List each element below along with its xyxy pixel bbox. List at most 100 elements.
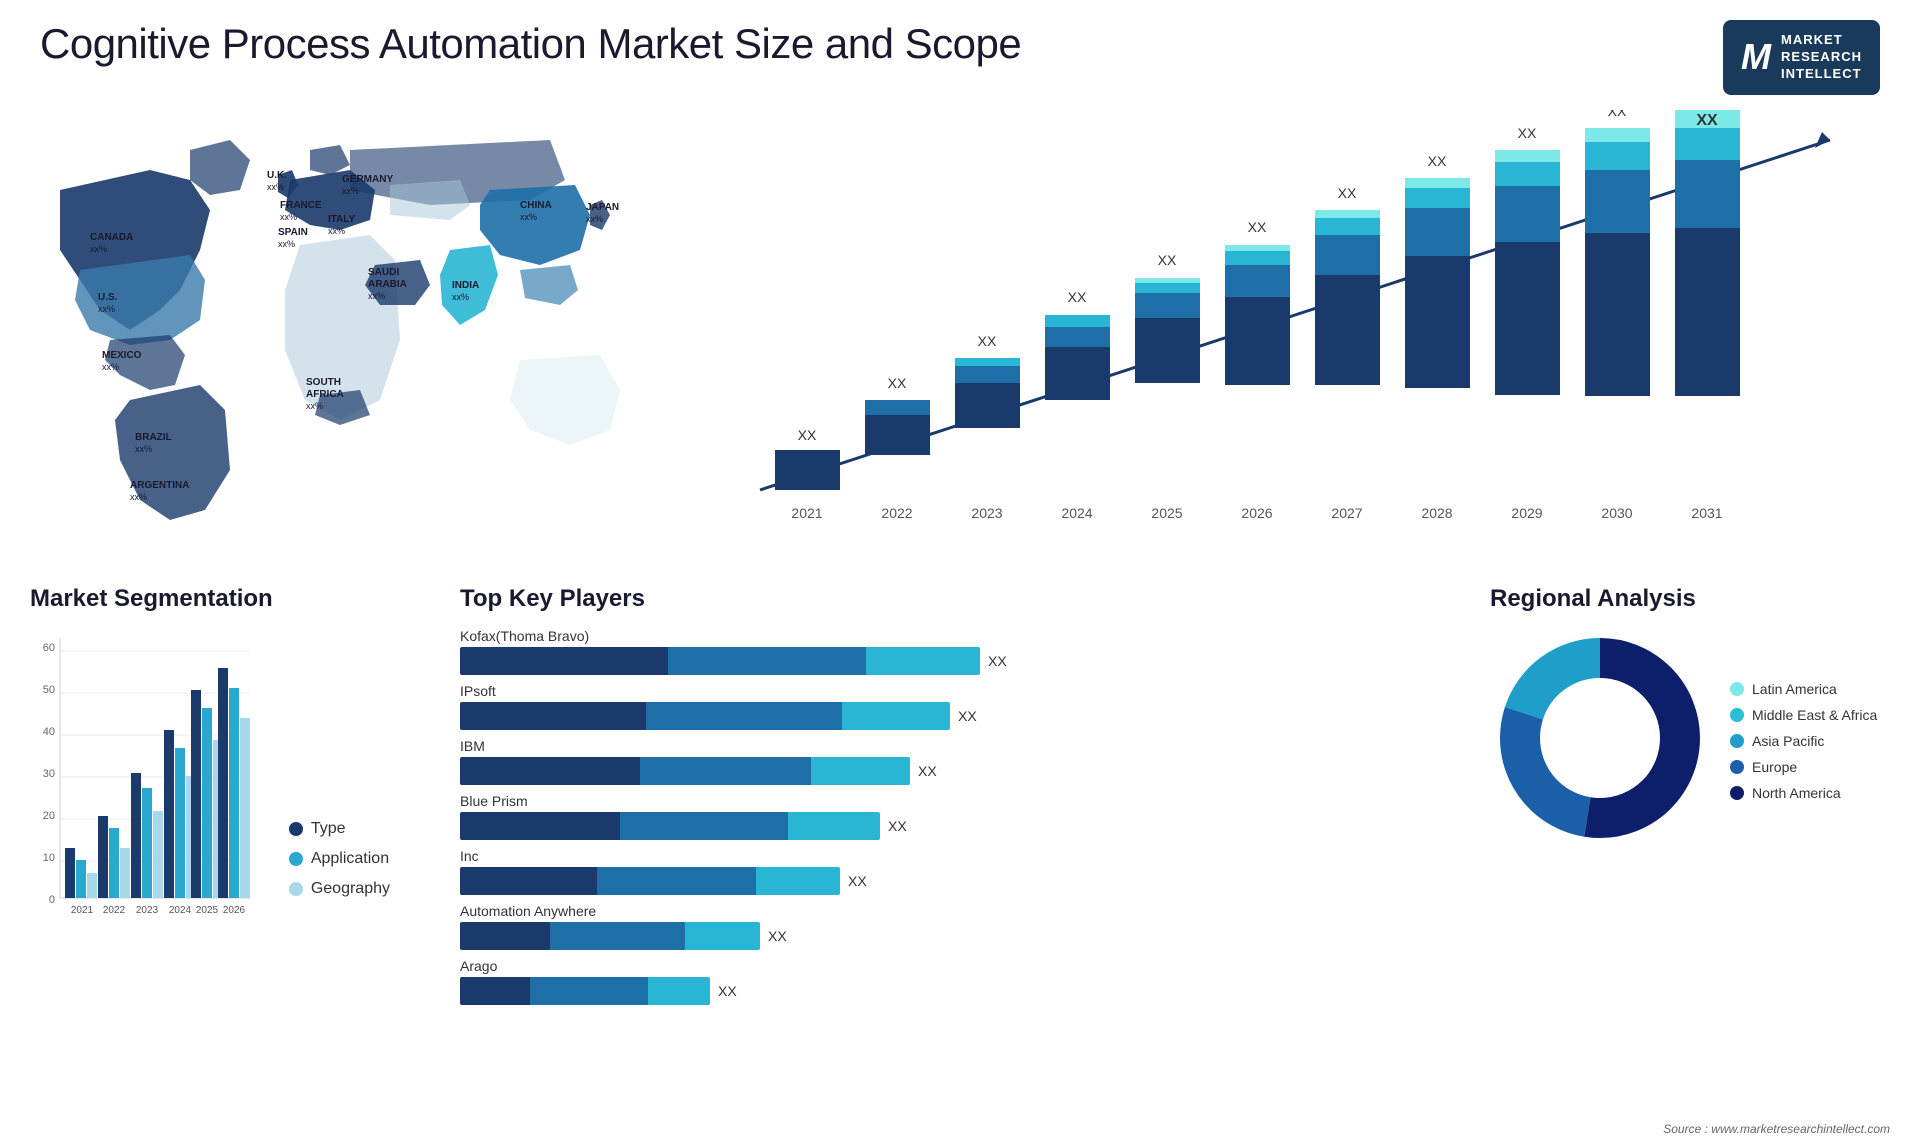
svg-text:U.K.: U.K. <box>267 170 287 181</box>
svg-text:xx%: xx% <box>368 291 385 301</box>
header: Cognitive Process Automation Market Size… <box>40 20 1880 95</box>
donut-chart <box>1490 628 1710 853</box>
player-xx-ibm: XX <box>918 763 937 779</box>
svg-text:2024: 2024 <box>169 905 192 916</box>
bar-seg1-kofax <box>460 647 668 675</box>
svg-text:2024: 2024 <box>1061 505 1092 521</box>
legend-dot-application <box>289 852 303 866</box>
legend-dot-type <box>289 822 303 836</box>
bar-seg3-kofax <box>866 647 980 675</box>
player-inc: Inc XX <box>460 848 1420 895</box>
player-name-inc: Inc <box>460 848 1420 864</box>
bottom-section: Market Segmentation 0 10 20 30 40 50 60 <box>0 565 1920 1125</box>
svg-text:xx%: xx% <box>90 244 107 254</box>
player-blueprism: Blue Prism XX <box>460 793 1420 840</box>
player-name-kofax: Kofax(Thoma Bravo) <box>460 628 1420 644</box>
player-xx-kofax: XX <box>988 653 1007 669</box>
world-map-section: CANADA xx% U.S. xx% MEXICO xx% BRAZIL xx… <box>30 110 650 540</box>
svg-text:xx%: xx% <box>280 212 297 222</box>
player-name-ibm: IBM <box>460 738 1420 754</box>
seg-legend: Type Application Geography <box>289 820 390 928</box>
legend-label-middle-east-africa: Middle East & Africa <box>1752 707 1877 723</box>
player-bar-inc <box>460 867 840 895</box>
player-arago: Arago XX <box>460 958 1420 1005</box>
svg-text:xx%: xx% <box>520 212 537 222</box>
player-ibm: IBM XX <box>460 738 1420 785</box>
regional-legend: Latin America Middle East & Africa Asia … <box>1730 681 1877 801</box>
player-ipsoft: IPsoft XX <box>460 683 1420 730</box>
svg-text:xx%: xx% <box>306 401 323 411</box>
svg-text:xx%: xx% <box>342 186 359 196</box>
svg-text:XX: XX <box>1696 112 1718 129</box>
legend-north-america: North America <box>1730 785 1877 801</box>
svg-text:2022: 2022 <box>881 505 912 521</box>
svg-text:xx%: xx% <box>452 292 469 302</box>
svg-text:JAPAN: JAPAN <box>586 202 619 213</box>
player-bar-row-automation: XX <box>460 922 1420 950</box>
svg-text:XX: XX <box>798 427 817 443</box>
player-bar-ibm <box>460 757 910 785</box>
legend-dot-asia-pacific <box>1730 734 1744 748</box>
world-map-svg: CANADA xx% U.S. xx% MEXICO xx% BRAZIL xx… <box>30 110 650 540</box>
svg-text:SAUDI: SAUDI <box>368 267 399 278</box>
svg-text:xx%: xx% <box>328 226 345 236</box>
player-name-ipsoft: IPsoft <box>460 683 1420 699</box>
legend-geography: Geography <box>289 880 390 898</box>
svg-text:XX: XX <box>1158 252 1177 268</box>
svg-text:60: 60 <box>43 642 55 654</box>
legend-dot-north-america <box>1730 786 1744 800</box>
svg-text:10: 10 <box>43 852 55 864</box>
legend-label-latin-america: Latin America <box>1752 681 1837 697</box>
bar-seg2-kofax <box>668 647 866 675</box>
svg-text:BRAZIL: BRAZIL <box>135 432 172 443</box>
player-bar-row-arago: XX <box>460 977 1420 1005</box>
svg-text:2028: 2028 <box>1421 505 1452 521</box>
svg-text:2030: 2030 <box>1601 505 1632 521</box>
svg-text:xx%: xx% <box>278 239 295 249</box>
player-bar-automation <box>460 922 760 950</box>
svg-text:xx%: xx% <box>98 304 115 314</box>
logo: M MARKET RESEARCH INTELLECT <box>1723 20 1880 95</box>
legend-asia-pacific: Asia Pacific <box>1730 733 1877 749</box>
logo-text: MARKET RESEARCH INTELLECT <box>1781 32 1862 83</box>
player-bar-row-kofax: XX <box>460 647 1420 675</box>
player-name-blueprism: Blue Prism <box>460 793 1420 809</box>
market-segmentation-section: Market Segmentation 0 10 20 30 40 50 60 <box>0 565 420 1125</box>
svg-text:AFRICA: AFRICA <box>306 389 344 400</box>
player-bar-row-blueprism: XX <box>460 812 1420 840</box>
svg-text:XX: XX <box>1428 153 1447 169</box>
svg-text:40: 40 <box>43 726 55 738</box>
svg-text:CHINA: CHINA <box>520 200 552 211</box>
svg-text:50: 50 <box>43 684 55 696</box>
regional-title: Regional Analysis <box>1490 585 1890 613</box>
player-bar-arago <box>460 977 710 1005</box>
key-players-title: Top Key Players <box>460 585 1420 613</box>
player-automation-anywhere: Automation Anywhere XX <box>460 903 1420 950</box>
svg-text:ARABIA: ARABIA <box>368 279 407 290</box>
svg-text:U.S.: U.S. <box>98 292 118 303</box>
svg-text:20: 20 <box>43 810 55 822</box>
player-xx-ipsoft: XX <box>958 708 977 724</box>
svg-text:2029: 2029 <box>1511 505 1542 521</box>
svg-text:30: 30 <box>43 768 55 780</box>
svg-text:XX: XX <box>1338 185 1357 201</box>
svg-text:FRANCE: FRANCE <box>280 200 322 211</box>
player-bar-row-ibm: XX <box>460 757 1420 785</box>
player-bar-ipsoft <box>460 702 950 730</box>
player-kofax: Kofax(Thoma Bravo) XX <box>460 628 1420 675</box>
svg-text:XX: XX <box>1608 110 1627 119</box>
legend-label-type: Type <box>311 820 346 838</box>
player-bar-blueprism <box>460 812 880 840</box>
logo-letter: M <box>1741 36 1771 78</box>
svg-text:xx%: xx% <box>586 214 603 224</box>
svg-text:GERMANY: GERMANY <box>342 174 393 185</box>
legend-dot-latin-america <box>1730 682 1744 696</box>
market-seg-title: Market Segmentation <box>30 585 390 613</box>
svg-text:2023: 2023 <box>971 505 1002 521</box>
key-players-section: Top Key Players Kofax(Thoma Bravo) XX IP… <box>420 565 1460 1125</box>
svg-text:2026: 2026 <box>223 905 246 916</box>
svg-text:MEXICO: MEXICO <box>102 350 142 361</box>
svg-text:XX: XX <box>1518 125 1537 141</box>
svg-text:INDIA: INDIA <box>452 280 479 291</box>
svg-text:2025: 2025 <box>1151 505 1182 521</box>
